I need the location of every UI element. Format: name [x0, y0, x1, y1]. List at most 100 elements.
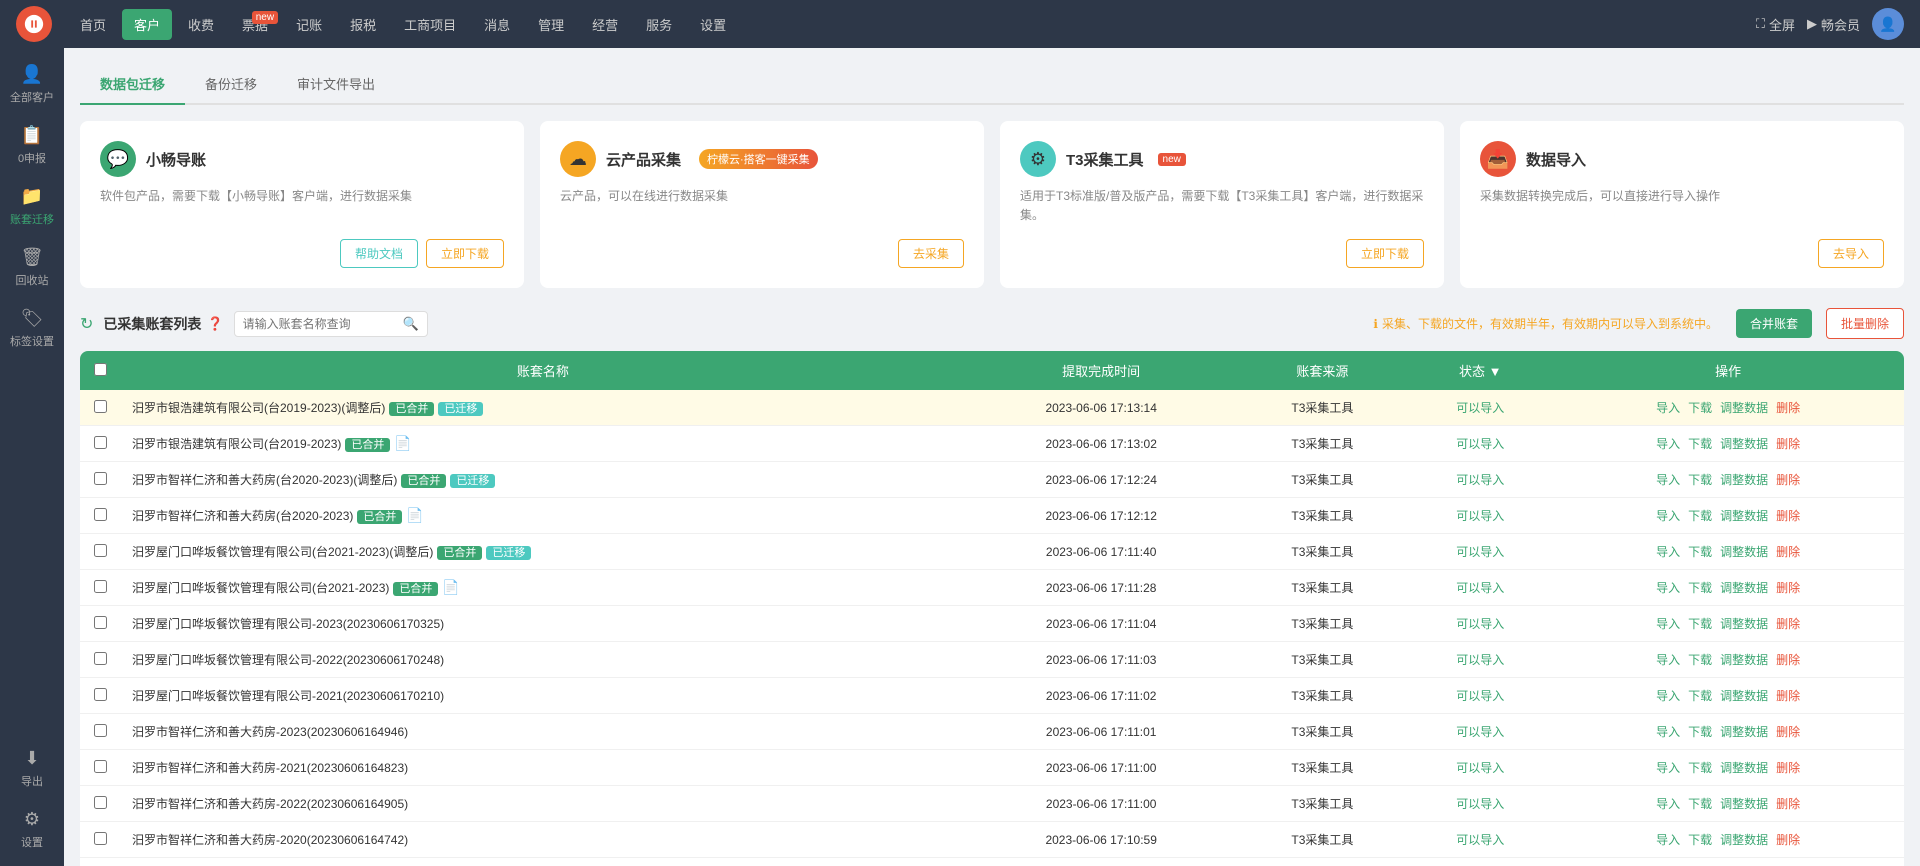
action-导入-12[interactable]: 导入: [1656, 833, 1680, 847]
refresh-icon[interactable]: ↻: [80, 314, 93, 334]
row-checkbox-4[interactable]: [94, 544, 107, 557]
tab-备份迁移[interactable]: 备份迁移: [185, 64, 277, 105]
avatar[interactable]: 👤: [1872, 8, 1904, 40]
row-checkbox-2[interactable]: [94, 472, 107, 485]
action-调整数据-7[interactable]: 调整数据: [1720, 653, 1768, 667]
sidebar-item-bottom-设置[interactable]: ⚙设置: [0, 801, 64, 858]
action-调整数据-0[interactable]: 调整数据: [1720, 401, 1768, 415]
action-删除-12[interactable]: 删除: [1776, 833, 1800, 847]
action-下载-12[interactable]: 下载: [1688, 833, 1712, 847]
action-下载-0[interactable]: 下载: [1688, 401, 1712, 415]
nav-item-首页[interactable]: 首页: [68, 9, 118, 40]
action-导入-9[interactable]: 导入: [1656, 725, 1680, 739]
nav-item-客户[interactable]: 客户: [122, 9, 172, 40]
sidebar-item-回收站[interactable]: 🗑回收站: [0, 239, 64, 296]
row-file-icon[interactable]: 📄: [442, 579, 459, 595]
action-删除-10[interactable]: 删除: [1776, 761, 1800, 775]
delete-batch-btn[interactable]: 批量删除: [1826, 308, 1904, 339]
card-action-yunproduct-去采集[interactable]: 去采集: [898, 239, 964, 268]
action-导入-7[interactable]: 导入: [1656, 653, 1680, 667]
nav-item-经营[interactable]: 经营: [580, 9, 630, 40]
action-调整数据-1[interactable]: 调整数据: [1720, 437, 1768, 451]
row-checkbox-12[interactable]: [94, 832, 107, 845]
action-下载-1[interactable]: 下载: [1688, 437, 1712, 451]
action-调整数据-12[interactable]: 调整数据: [1720, 833, 1768, 847]
row-checkbox-3[interactable]: [94, 508, 107, 521]
action-删除-2[interactable]: 删除: [1776, 473, 1800, 487]
action-下载-10[interactable]: 下载: [1688, 761, 1712, 775]
action-导入-8[interactable]: 导入: [1656, 689, 1680, 703]
row-checkbox-7[interactable]: [94, 652, 107, 665]
member-btn[interactable]: ▶ 畅会员: [1807, 15, 1860, 34]
action-导入-10[interactable]: 导入: [1656, 761, 1680, 775]
action-调整数据-4[interactable]: 调整数据: [1720, 545, 1768, 559]
action-删除-9[interactable]: 删除: [1776, 725, 1800, 739]
card-action-xiaochang-帮助文档[interactable]: 帮助文档: [340, 239, 418, 268]
tab-数据包迁移[interactable]: 数据包迁移: [80, 64, 185, 105]
action-调整数据-9[interactable]: 调整数据: [1720, 725, 1768, 739]
row-checkbox-8[interactable]: [94, 688, 107, 701]
row-file-icon[interactable]: 📄: [394, 435, 411, 451]
action-删除-0[interactable]: 删除: [1776, 401, 1800, 415]
action-调整数据-8[interactable]: 调整数据: [1720, 689, 1768, 703]
action-删除-11[interactable]: 删除: [1776, 797, 1800, 811]
action-导入-1[interactable]: 导入: [1656, 437, 1680, 451]
row-checkbox-11[interactable]: [94, 796, 107, 809]
action-删除-4[interactable]: 删除: [1776, 545, 1800, 559]
nav-item-票据[interactable]: 票据new: [230, 9, 280, 40]
action-导入-3[interactable]: 导入: [1656, 509, 1680, 523]
action-下载-11[interactable]: 下载: [1688, 797, 1712, 811]
action-下载-7[interactable]: 下载: [1688, 653, 1712, 667]
card-action-dataimport-去导入[interactable]: 去导入: [1818, 239, 1884, 268]
row-checkbox-9[interactable]: [94, 724, 107, 737]
action-调整数据-5[interactable]: 调整数据: [1720, 581, 1768, 595]
nav-item-消息[interactable]: 消息: [472, 9, 522, 40]
action-下载-4[interactable]: 下载: [1688, 545, 1712, 559]
action-删除-1[interactable]: 删除: [1776, 437, 1800, 451]
nav-item-收费[interactable]: 收费: [176, 9, 226, 40]
nav-item-工商项目[interactable]: 工商项目: [392, 9, 468, 40]
action-下载-3[interactable]: 下载: [1688, 509, 1712, 523]
action-导入-6[interactable]: 导入: [1656, 617, 1680, 631]
action-导入-2[interactable]: 导入: [1656, 473, 1680, 487]
nav-item-服务[interactable]: 服务: [634, 9, 684, 40]
row-checkbox-6[interactable]: [94, 616, 107, 629]
tab-审计文件导出[interactable]: 审计文件导出: [277, 64, 395, 105]
action-删除-6[interactable]: 删除: [1776, 617, 1800, 631]
action-调整数据-3[interactable]: 调整数据: [1720, 509, 1768, 523]
sidebar-item-bottom-导出[interactable]: ⬇导出: [0, 740, 64, 797]
action-调整数据-10[interactable]: 调整数据: [1720, 761, 1768, 775]
action-删除-5[interactable]: 删除: [1776, 581, 1800, 595]
logo[interactable]: [16, 6, 52, 42]
action-下载-8[interactable]: 下载: [1688, 689, 1712, 703]
help-icon[interactable]: ❓: [207, 316, 223, 332]
col-header-0[interactable]: [80, 351, 120, 390]
action-删除-3[interactable]: 删除: [1776, 509, 1800, 523]
action-下载-6[interactable]: 下载: [1688, 617, 1712, 631]
nav-item-管理[interactable]: 管理: [526, 9, 576, 40]
row-file-icon[interactable]: 📄: [406, 507, 423, 523]
card-action-xiaochang-立即下载[interactable]: 立即下载: [426, 239, 504, 268]
action-下载-2[interactable]: 下载: [1688, 473, 1712, 487]
row-checkbox-1[interactable]: [94, 436, 107, 449]
action-导入-11[interactable]: 导入: [1656, 797, 1680, 811]
action-导入-4[interactable]: 导入: [1656, 545, 1680, 559]
action-调整数据-11[interactable]: 调整数据: [1720, 797, 1768, 811]
sidebar-item-账套迁移[interactable]: 📁账套迁移: [0, 178, 64, 235]
fullscreen-btn[interactable]: ⛶ 全屏: [1756, 15, 1795, 34]
row-checkbox-10[interactable]: [94, 760, 107, 773]
row-checkbox-5[interactable]: [94, 580, 107, 593]
action-下载-5[interactable]: 下载: [1688, 581, 1712, 595]
action-导入-5[interactable]: 导入: [1656, 581, 1680, 595]
action-导入-0[interactable]: 导入: [1656, 401, 1680, 415]
sidebar-item-全部客户[interactable]: 👤全部客户: [0, 56, 64, 113]
action-调整数据-6[interactable]: 调整数据: [1720, 617, 1768, 631]
merge-btn[interactable]: 合并账套: [1736, 309, 1812, 338]
sidebar-item-0申报[interactable]: 📋0申报: [0, 117, 64, 174]
nav-item-报税[interactable]: 报税: [338, 9, 388, 40]
search-input[interactable]: [243, 317, 403, 331]
action-删除-8[interactable]: 删除: [1776, 689, 1800, 703]
sidebar-item-标签设置[interactable]: 🏷标签设置: [0, 300, 64, 357]
row-checkbox-0[interactable]: [94, 400, 107, 413]
card-action-t3tool-立即下载[interactable]: 立即下载: [1346, 239, 1424, 268]
